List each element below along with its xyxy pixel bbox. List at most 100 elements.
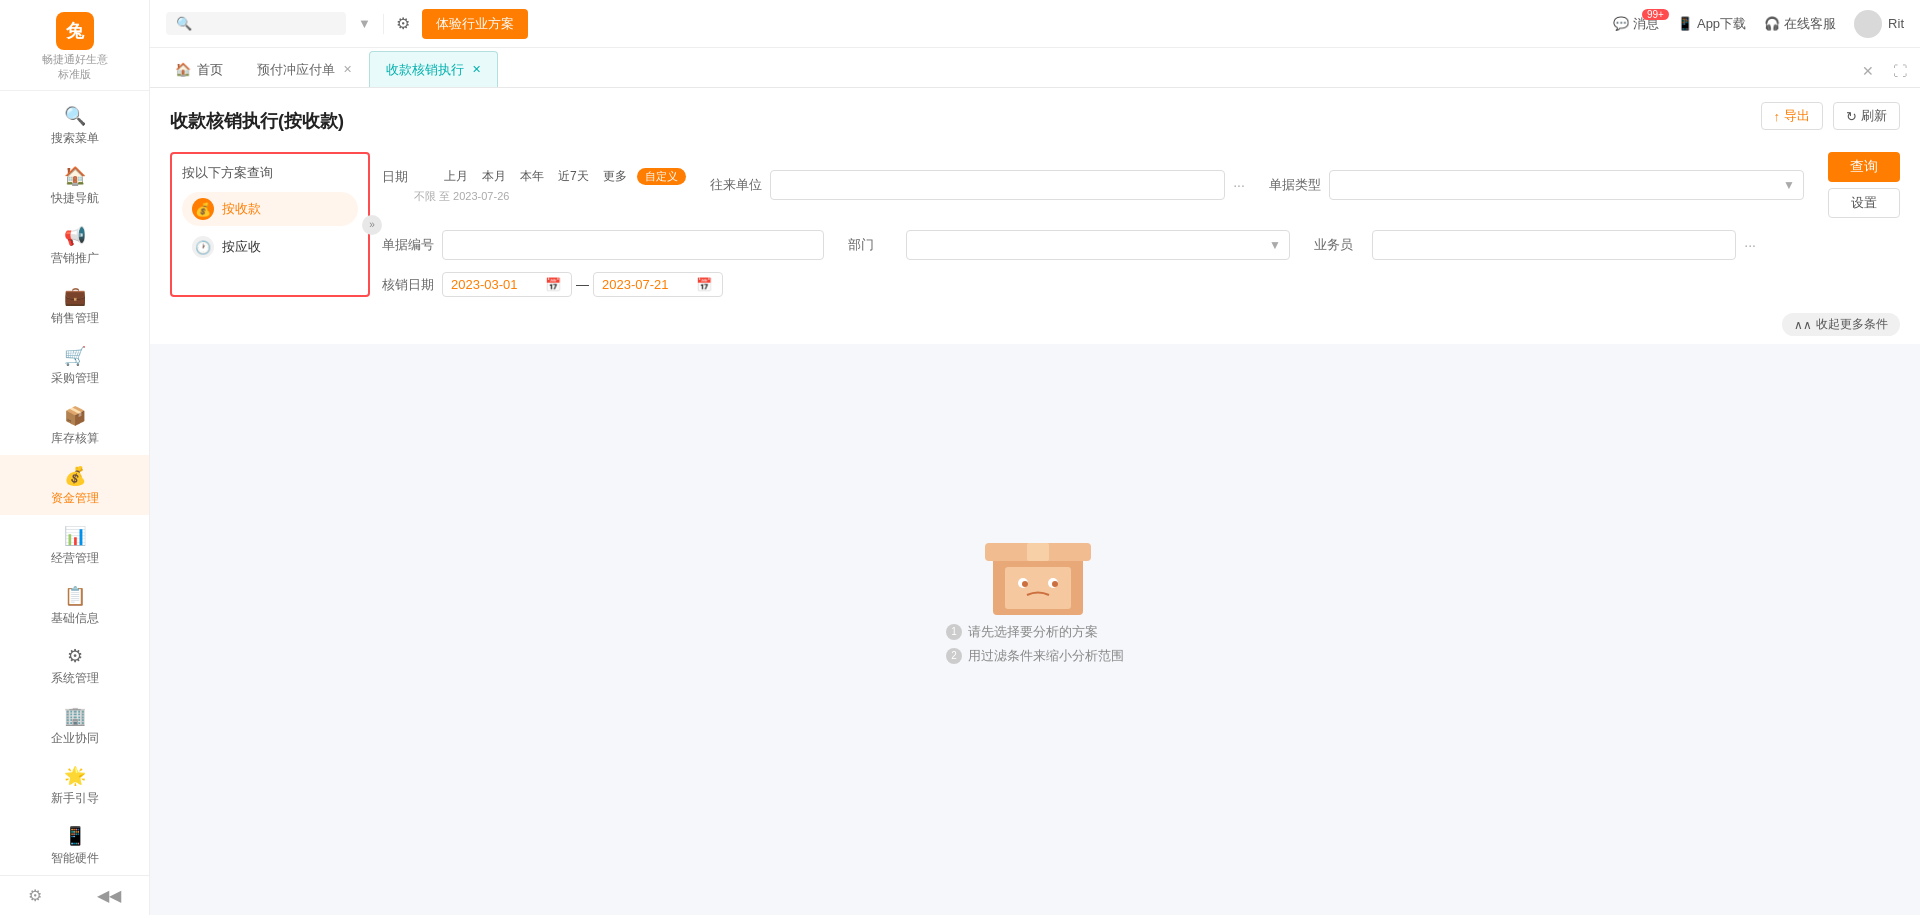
svg-rect-2: [1027, 543, 1049, 561]
doc-type-select[interactable]: ▼: [1329, 170, 1804, 200]
refresh-icon: ↻: [1846, 109, 1857, 124]
shortcut-last-month[interactable]: 上月: [440, 166, 472, 187]
shortcut-custom[interactable]: 自定义: [637, 168, 686, 185]
sidebar-item-operations[interactable]: 📊 经营管理: [0, 515, 149, 575]
settings-bottom-btn[interactable]: ⚙: [28, 886, 42, 905]
topbar-divider: [383, 14, 384, 34]
solution-button[interactable]: 体验行业方案: [422, 9, 528, 39]
date-end-input[interactable]: [602, 277, 692, 292]
doc-number-field: 单据编号: [382, 230, 824, 260]
app-download-btn[interactable]: 📱 App下载: [1677, 15, 1746, 33]
sidebar-item-inventory[interactable]: 📦 库存核算: [0, 395, 149, 455]
export-button[interactable]: ↑ 导出: [1761, 102, 1824, 130]
date-label: 日期: [382, 168, 432, 186]
department-chevron: ▼: [1269, 238, 1281, 252]
salesperson-dots-btn[interactable]: ···: [1744, 237, 1756, 253]
user-name: Rit: [1888, 16, 1904, 31]
refresh-button[interactable]: ↻ 刷新: [1833, 102, 1900, 130]
empty-hint-2: 2 用过滤条件来缩小分析范围: [946, 647, 1124, 665]
topbar-settings-icon[interactable]: ⚙: [396, 14, 410, 33]
sidebar-item-basic[interactable]: 📋 基础信息: [0, 575, 149, 635]
page-title: 收款核销执行(按收款): [170, 109, 344, 133]
message-btn[interactable]: 💬 消息 99+: [1613, 15, 1659, 33]
finance-icon: 💰: [64, 465, 86, 487]
sidebar-item-label: 快捷导航: [51, 190, 99, 207]
sidebar-item-label: 系统管理: [51, 670, 99, 687]
settings-filter-button[interactable]: 设置: [1828, 188, 1900, 218]
counterparty-label: 往来单位: [710, 176, 762, 194]
tab-receive-close[interactable]: ✕: [472, 63, 481, 76]
query-button[interactable]: 查询: [1828, 152, 1900, 182]
page-content: 收款核销执行(按收款) ↑ 导出 ↻ 刷新 按以下方案查询 💰 按收款: [150, 88, 1920, 915]
quick-nav-icon: 🏠: [64, 165, 86, 187]
filter-option-by-receivable[interactable]: 🕐 按应收: [182, 230, 358, 264]
empty-illustration: [975, 515, 1095, 615]
collapse-more-button[interactable]: ∧∧ 收起更多条件: [1782, 313, 1900, 336]
empty-hint-1: 1 请先选择要分析的方案: [946, 623, 1124, 641]
tab-receive[interactable]: 收款核销执行 ✕: [369, 51, 498, 87]
salesperson-field: 业务员 ···: [1314, 230, 1756, 260]
sidebar-item-hardware[interactable]: 📱 智能硬件: [0, 815, 149, 875]
receipt-option-label: 按收款: [222, 200, 261, 218]
sidebar-item-sales[interactable]: 💼 销售管理: [0, 275, 149, 335]
sidebar-bottom: ⚙ ◀◀: [0, 875, 149, 915]
date-range: 📅 — 📅: [442, 272, 723, 297]
sidebar-item-label: 智能硬件: [51, 850, 99, 867]
sidebar-item-system[interactable]: ⚙ 系统管理: [0, 635, 149, 695]
purchase-icon: 🛒: [64, 345, 86, 367]
collapse-icon: ∧∧: [1794, 318, 1812, 332]
date-start-input[interactable]: [451, 277, 541, 292]
receivable-option-icon: 🕐: [192, 236, 214, 258]
shortcut-7days[interactable]: 近7天: [554, 166, 593, 187]
empty-hint: 1 请先选择要分析的方案 2 用过滤条件来缩小分析范围: [946, 623, 1124, 665]
doc-number-input[interactable]: [442, 230, 824, 260]
date-hint: 不限 至 2023-07-26: [414, 189, 509, 204]
sidebar-item-marketing[interactable]: 📢 营销推广: [0, 215, 149, 275]
topbar-chevron-icon[interactable]: ▼: [358, 16, 371, 31]
tab-close-all-btn[interactable]: ✕: [1856, 59, 1880, 83]
basic-icon: 📋: [64, 585, 86, 607]
sidebar-item-label: 销售管理: [51, 310, 99, 327]
tab-home[interactable]: 🏠 首页: [158, 51, 240, 87]
collapse-sidebar-btn[interactable]: ◀◀: [97, 886, 121, 905]
user-area[interactable]: Rit: [1854, 10, 1904, 38]
guide-icon: 🌟: [64, 765, 86, 787]
tab-prepay-close[interactable]: ✕: [343, 63, 352, 76]
counterparty-dots-btn[interactable]: ···: [1233, 177, 1245, 193]
operations-icon: 📊: [64, 525, 86, 547]
tab-prepay[interactable]: 预付冲应付单 ✕: [240, 51, 369, 87]
counterparty-input[interactable]: [770, 170, 1225, 200]
date-field: 日期 上月 本月 本年 近7天 更多 自定义 不限 至 2023-07-26: [382, 166, 686, 204]
sidebar-item-quick-nav[interactable]: 🏠 快捷导航: [0, 155, 149, 215]
sidebar-item-finance[interactable]: 💰 资金管理: [0, 455, 149, 515]
department-label: 部门: [848, 236, 898, 254]
hint-text-1: 请先选择要分析的方案: [968, 623, 1098, 641]
sidebar-item-enterprise[interactable]: 🏢 企业协同: [0, 695, 149, 755]
tab-expand-btn[interactable]: ⛶: [1888, 59, 1912, 83]
sales-icon: 💼: [64, 285, 86, 307]
calendar-end-icon[interactable]: 📅: [696, 277, 712, 292]
shortcut-this-month[interactable]: 本月: [478, 166, 510, 187]
salesperson-input[interactable]: [1372, 230, 1736, 260]
sidebar-item-search[interactable]: 🔍 搜索菜单: [0, 95, 149, 155]
department-select[interactable]: ▼: [906, 230, 1290, 260]
sidebar-item-purchase[interactable]: 🛒 采购管理: [0, 335, 149, 395]
main-content: 🔍 ▼ ⚙ 体验行业方案 💬 消息 99+ 📱 App下载 🎧 在线客服 Rit: [150, 0, 1920, 915]
hint-num-1: 1: [946, 624, 962, 640]
date-shortcuts: 上月 本月 本年 近7天 更多 自定义: [440, 166, 686, 187]
shortcut-this-year[interactable]: 本年: [516, 166, 548, 187]
home-icon: 🏠: [175, 62, 191, 77]
hardware-icon: 📱: [64, 825, 86, 847]
topbar-search-box[interactable]: 🔍: [166, 12, 346, 35]
online-service-btn[interactable]: 🎧 在线客服: [1764, 15, 1836, 33]
date-end-wrapper: 📅: [593, 272, 723, 297]
message-icon: 💬: [1613, 16, 1629, 31]
shortcut-more[interactable]: 更多: [599, 166, 631, 187]
filter-collapse-btn[interactable]: »: [362, 215, 382, 235]
filter-option-by-receipt[interactable]: 💰 按收款: [182, 192, 358, 226]
sidebar-item-guide[interactable]: 🌟 新手引导: [0, 755, 149, 815]
app-name: 畅捷通好生意 标准版: [42, 52, 108, 82]
topbar: 🔍 ▼ ⚙ 体验行业方案 💬 消息 99+ 📱 App下载 🎧 在线客服 Rit: [150, 0, 1920, 48]
calendar-start-icon[interactable]: 📅: [545, 277, 561, 292]
doc-type-chevron: ▼: [1783, 178, 1795, 192]
